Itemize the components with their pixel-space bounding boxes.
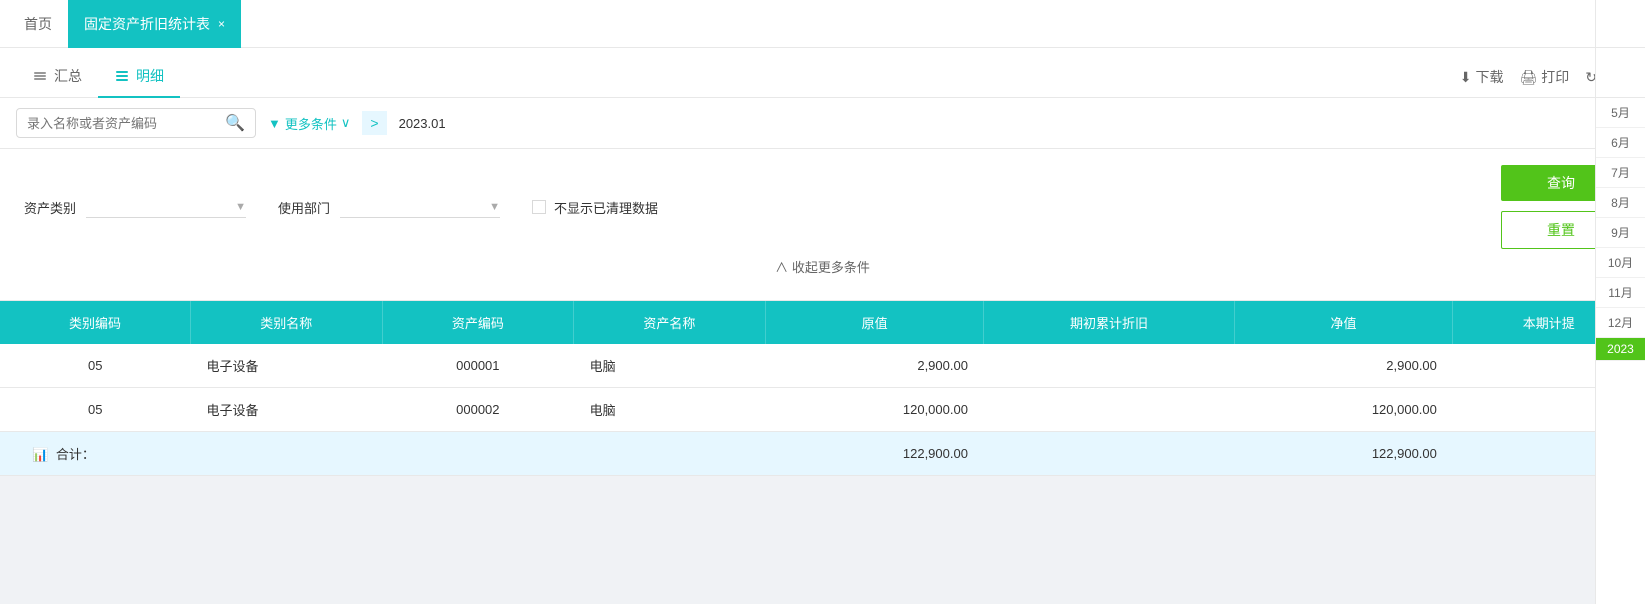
nav-tab-fixed-assets[interactable]: 固定资产折旧统计表 ×	[68, 0, 241, 48]
filter-use-department: 使用部门 ▼	[278, 197, 500, 218]
total-icon: 📊	[32, 447, 48, 462]
search-input[interactable]	[27, 116, 221, 131]
collapse-icon: ∧	[775, 260, 788, 275]
collapse-more-conditions-button[interactable]: ∧ 收起更多条件	[24, 249, 1621, 284]
total-initial-accum	[984, 432, 1234, 476]
print-icon: 🖨	[1519, 69, 1537, 86]
layers-icon	[32, 68, 48, 84]
filter-section: 资产类别 ▼ 使用部门 ▼ 不显示已清理数据 查询 重置 ∧ 收起更多条件	[0, 149, 1645, 301]
tab-detail-label: 明细	[136, 66, 164, 86]
cell-initial-accum-1	[984, 388, 1234, 432]
cell-category-name-1: 电子设备	[190, 388, 382, 432]
search-bar: 🔍 ▼ 更多条件 ∨ > 2023.01	[0, 98, 1645, 149]
cell-asset-name-0: 电脑	[574, 344, 766, 388]
more-conditions-label: 更多条件	[285, 114, 337, 133]
right-sidebar: 5月 6月 7月 8月 9月 10月 11月 12月 2023	[1595, 0, 1645, 604]
sidebar-month-11[interactable]: 11月	[1596, 278, 1645, 308]
list-icon	[114, 68, 130, 84]
nav-home[interactable]: 首页	[16, 14, 60, 34]
cell-initial-accum-0	[984, 344, 1234, 388]
cell-net-value-0: 2,900.00	[1234, 344, 1453, 388]
nav-arrow-button[interactable]: >	[362, 111, 386, 135]
nav-tab-label: 固定资产折旧统计表	[84, 14, 210, 34]
cell-asset-name-1: 电脑	[574, 388, 766, 432]
download-button[interactable]: ⬇ 下载	[1460, 67, 1504, 87]
sidebar-month-6[interactable]: 6月	[1596, 128, 1645, 158]
use-department-arrow-icon: ▼	[489, 201, 500, 213]
filter-asset-category: 资产类别 ▼	[24, 197, 246, 218]
use-department-select[interactable]: ▼	[340, 197, 500, 218]
table-row: 05 电子设备 000001 电脑 2,900.00 2,900.00	[0, 344, 1645, 388]
download-icon: ⬇	[1460, 69, 1472, 86]
sidebar-month-9[interactable]: 9月	[1596, 218, 1645, 248]
hide-cleared-label: 不显示已清理数据	[554, 198, 658, 217]
download-label: 下载	[1475, 67, 1503, 87]
col-asset-name: 资产名称	[574, 301, 766, 344]
col-asset-code: 资产编码	[382, 301, 574, 344]
cell-category-code-1: 05	[0, 388, 190, 432]
sidebar-month-10[interactable]: 10月	[1596, 248, 1645, 278]
table-header-row: 类别编码 类别名称 资产编码 资产名称 原值 期初累计折旧 净值 本期计提	[0, 301, 1645, 344]
search-icon[interactable]: 🔍	[225, 113, 245, 133]
date-display: 2023.01	[399, 116, 446, 131]
sidebar-month-7[interactable]: 7月	[1596, 158, 1645, 188]
sidebar-month-12[interactable]: 12月	[1596, 308, 1645, 338]
col-net-value: 净值	[1234, 301, 1453, 344]
top-nav: 首页 固定资产折旧统计表 × ×	[0, 0, 1645, 48]
total-label: 合计：	[56, 447, 95, 462]
nav-tab-close[interactable]: ×	[218, 17, 225, 31]
cell-asset-code-0: 000001	[382, 344, 574, 388]
hide-cleared-checkbox[interactable]	[532, 200, 546, 214]
table-total-row: 📊 合计： 122,900.00 122,900.00	[0, 432, 1645, 476]
filter-row: 资产类别 ▼ 使用部门 ▼ 不显示已清理数据 查询 重置	[24, 165, 1621, 249]
print-label: 打印	[1541, 67, 1569, 87]
cell-category-name-0: 电子设备	[190, 344, 382, 388]
chevron-down-icon: ∨	[341, 115, 351, 131]
col-category-code: 类别编码	[0, 301, 190, 344]
asset-category-select[interactable]: ▼	[86, 197, 246, 218]
print-button[interactable]: 🖨 打印	[1519, 67, 1569, 87]
col-original-value: 原值	[765, 301, 984, 344]
col-category-name: 类别名称	[190, 301, 382, 344]
total-asset-name	[574, 432, 766, 476]
use-department-label: 使用部门	[278, 198, 330, 217]
sub-tabs-bar: 汇总 明细 ⬇ 下载 🖨 打印 ↻ 刷新	[0, 48, 1645, 98]
cell-net-value-1: 120,000.00	[1234, 388, 1453, 432]
table-row: 05 电子设备 000002 电脑 120,000.00 120,000.00	[0, 388, 1645, 432]
total-original-value: 122,900.00	[765, 432, 984, 476]
cell-asset-code-1: 000002	[382, 388, 574, 432]
data-table-wrap: 类别编码 类别名称 资产编码 资产名称 原值 期初累计折旧 净值 本期计提 05…	[0, 301, 1645, 476]
total-label-cell: 📊 合计：	[0, 432, 382, 476]
search-input-wrap[interactable]: 🔍	[16, 108, 256, 138]
sidebar-year[interactable]: 2023	[1596, 338, 1645, 361]
hide-cleared-checkbox-item[interactable]: 不显示已清理数据	[532, 198, 658, 217]
sidebar-month-5[interactable]: 5月	[1596, 98, 1645, 128]
cell-category-code-0: 05	[0, 344, 190, 388]
total-net-value: 122,900.00	[1234, 432, 1453, 476]
asset-category-arrow-icon: ▼	[235, 201, 246, 213]
data-table: 类别编码 类别名称 资产编码 资产名称 原值 期初累计折旧 净值 本期计提 05…	[0, 301, 1645, 476]
col-initial-accum-depreciation: 期初累计折旧	[984, 301, 1234, 344]
tab-summary[interactable]: 汇总	[16, 66, 98, 98]
filter-icon: ▼	[268, 116, 281, 131]
sidebar-month-8[interactable]: 8月	[1596, 188, 1645, 218]
cell-original-value-1: 120,000.00	[765, 388, 984, 432]
collapse-label: 收起更多条件	[792, 260, 870, 275]
tab-summary-label: 汇总	[54, 66, 82, 86]
tab-detail[interactable]: 明细	[98, 66, 180, 98]
asset-category-label: 资产类别	[24, 198, 76, 217]
cell-original-value-0: 2,900.00	[765, 344, 984, 388]
more-conditions-button[interactable]: ▼ 更多条件 ∨	[268, 114, 350, 133]
total-asset-code	[382, 432, 574, 476]
